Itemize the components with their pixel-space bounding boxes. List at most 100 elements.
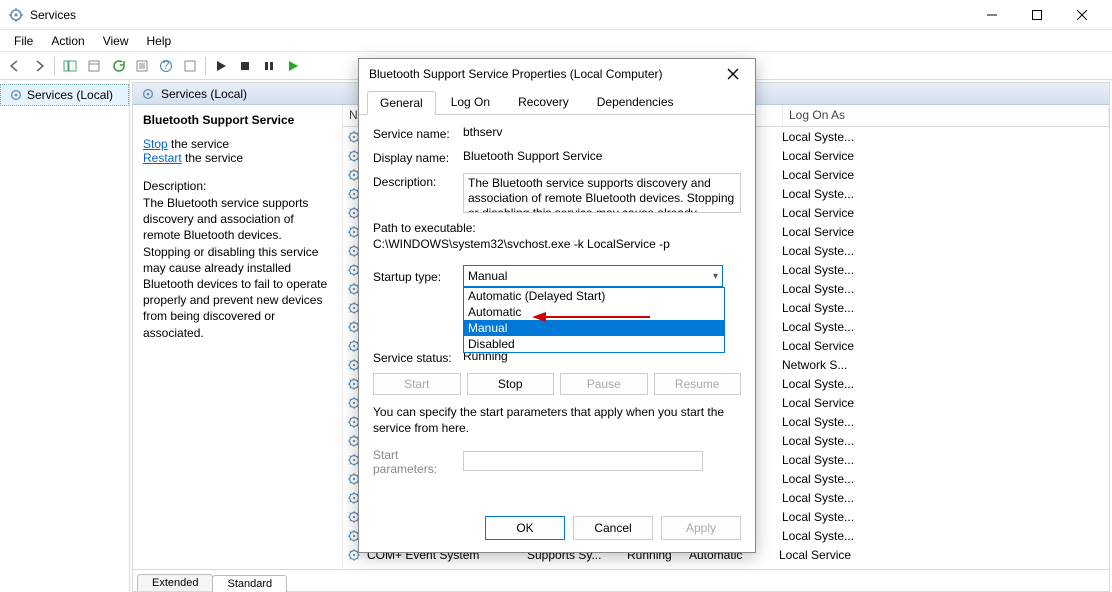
option-manual[interactable]: Manual — [464, 320, 724, 336]
restart-service-button[interactable] — [282, 55, 304, 77]
stop-suffix: the service — [168, 137, 229, 151]
services-app-icon — [8, 7, 24, 23]
cell-logon: Local Syste... — [776, 510, 1109, 524]
label-path: Path to executable: — [373, 221, 741, 235]
cell-logon: Local Syste... — [776, 377, 1109, 391]
tree-node-services-local[interactable]: Services (Local) — [0, 84, 129, 106]
menu-bar: File Action View Help — [0, 30, 1112, 52]
cell-logon: Local Service — [776, 149, 1109, 163]
cell-logon: Local Syste... — [776, 244, 1109, 258]
cell-logon: Local Syste... — [776, 282, 1109, 296]
apply-button[interactable]: Apply — [661, 516, 741, 540]
console-tree: Services (Local) — [0, 80, 130, 592]
service-detail-panel: Bluetooth Support Service Stop the servi… — [133, 105, 343, 569]
option-disabled[interactable]: Disabled — [464, 336, 724, 352]
gear-icon — [141, 87, 155, 101]
tab-general[interactable]: General — [367, 91, 436, 115]
value-path: C:\WINDOWS\system32\svchost.exe -k Local… — [373, 237, 741, 251]
tab-recovery[interactable]: Recovery — [505, 90, 582, 114]
back-button[interactable] — [4, 55, 26, 77]
cell-logon: Local Syste... — [776, 434, 1109, 448]
cancel-button[interactable]: Cancel — [573, 516, 653, 540]
cell-logon: Local Service — [776, 206, 1109, 220]
cell-logon: Local Syste... — [776, 263, 1109, 277]
col-logon[interactable]: Log On As — [783, 105, 1109, 126]
stop-button[interactable]: Stop — [467, 373, 555, 395]
label-display-name: Display name: — [373, 149, 463, 165]
maximize-button[interactable] — [1014, 1, 1059, 29]
properties-dialog: Bluetooth Support Service Properties (Lo… — [358, 58, 756, 553]
forward-button[interactable] — [28, 55, 50, 77]
export-list-button[interactable] — [83, 55, 105, 77]
cell-logon: Local Service — [776, 168, 1109, 182]
properties-button[interactable] — [131, 55, 153, 77]
cell-logon: Local Service — [776, 396, 1109, 410]
description-readonly[interactable]: The Bluetooth service supports discovery… — [463, 173, 741, 213]
show-hide-tree-button[interactable] — [59, 55, 81, 77]
value-display-name: Bluetooth Support Service — [463, 149, 741, 163]
dialog-titlebar[interactable]: Bluetooth Support Service Properties (Lo… — [359, 59, 755, 89]
menu-help[interactable]: Help — [139, 32, 180, 50]
center-header-title: Services (Local) — [161, 87, 247, 101]
cell-logon: Local Service — [773, 548, 1109, 562]
refresh-button[interactable] — [107, 55, 129, 77]
option-automatic[interactable]: Automatic — [464, 304, 724, 320]
cell-logon: Network S... — [776, 358, 1109, 372]
help-button[interactable]: ? — [155, 55, 177, 77]
stop-service-button[interactable] — [234, 55, 256, 77]
menu-file[interactable]: File — [6, 32, 41, 50]
close-button[interactable] — [1059, 1, 1104, 29]
tab-extended[interactable]: Extended — [137, 574, 213, 591]
window-title: Services — [30, 8, 969, 22]
cell-logon: Local Syste... — [776, 130, 1109, 144]
detail-service-name: Bluetooth Support Service — [143, 113, 332, 127]
pause-button[interactable]: Pause — [560, 373, 648, 395]
menu-view[interactable]: View — [95, 32, 137, 50]
stop-service-link[interactable]: Stop — [143, 137, 168, 151]
label-service-name: Service name: — [373, 125, 463, 141]
ok-button[interactable]: OK — [485, 516, 565, 540]
help-text: You can specify the start parameters tha… — [373, 405, 741, 436]
dialog-close-button[interactable] — [721, 62, 745, 86]
window-titlebar: Services — [0, 0, 1112, 30]
tab-dependencies[interactable]: Dependencies — [584, 90, 687, 114]
tree-node-label: Services (Local) — [27, 88, 113, 102]
cell-logon: Local Syste... — [776, 491, 1109, 505]
start-button[interactable]: Start — [373, 373, 461, 395]
tab-standard[interactable]: Standard — [212, 575, 287, 592]
cell-logon: Local Syste... — [776, 301, 1109, 315]
svg-text:?: ? — [163, 59, 170, 72]
cell-logon: Local Syste... — [776, 453, 1109, 467]
resume-button[interactable]: Resume — [654, 373, 742, 395]
startup-type-select[interactable]: Manual ▾ Automatic (Delayed Start) Autom… — [463, 265, 723, 287]
restart-service-link[interactable]: Restart — [143, 151, 182, 165]
restart-suffix: the service — [182, 151, 243, 165]
cell-logon: Local Syste... — [776, 320, 1109, 334]
startup-type-selected: Manual — [468, 269, 507, 283]
dialog-tabs: General Log On Recovery Dependencies — [359, 89, 755, 115]
dialog-content: Service name: bthserv Display name: Blue… — [359, 115, 755, 494]
label-start-parameters: Start parameters: — [373, 446, 463, 476]
description-text: The Bluetooth service supports discovery… — [143, 195, 332, 341]
label-startup-type: Startup type: — [373, 268, 463, 284]
cell-logon: Local Syste... — [776, 529, 1109, 543]
start-parameters-input[interactable] — [463, 451, 703, 471]
value-service-name: bthserv — [463, 125, 741, 139]
startup-type-dropdown: Automatic (Delayed Start) Automatic Manu… — [463, 287, 725, 353]
description-label: Description: — [143, 179, 332, 193]
cell-logon: Local Syste... — [776, 472, 1109, 486]
cell-logon: Local Syste... — [776, 187, 1109, 201]
tab-logon[interactable]: Log On — [438, 90, 503, 114]
label-description: Description: — [373, 173, 463, 189]
option-automatic-delayed[interactable]: Automatic (Delayed Start) — [464, 288, 724, 304]
start-service-button[interactable] — [210, 55, 232, 77]
cell-logon: Local Service — [776, 225, 1109, 239]
filter-button[interactable] — [179, 55, 201, 77]
cell-logon: Local Syste... — [776, 415, 1109, 429]
minimize-button[interactable] — [969, 1, 1014, 29]
pause-service-button[interactable] — [258, 55, 280, 77]
chevron-down-icon: ▾ — [713, 271, 718, 282]
cell-logon: Local Service — [776, 339, 1109, 353]
bottom-tabs: Extended Standard — [133, 569, 1109, 591]
menu-action[interactable]: Action — [43, 32, 92, 50]
